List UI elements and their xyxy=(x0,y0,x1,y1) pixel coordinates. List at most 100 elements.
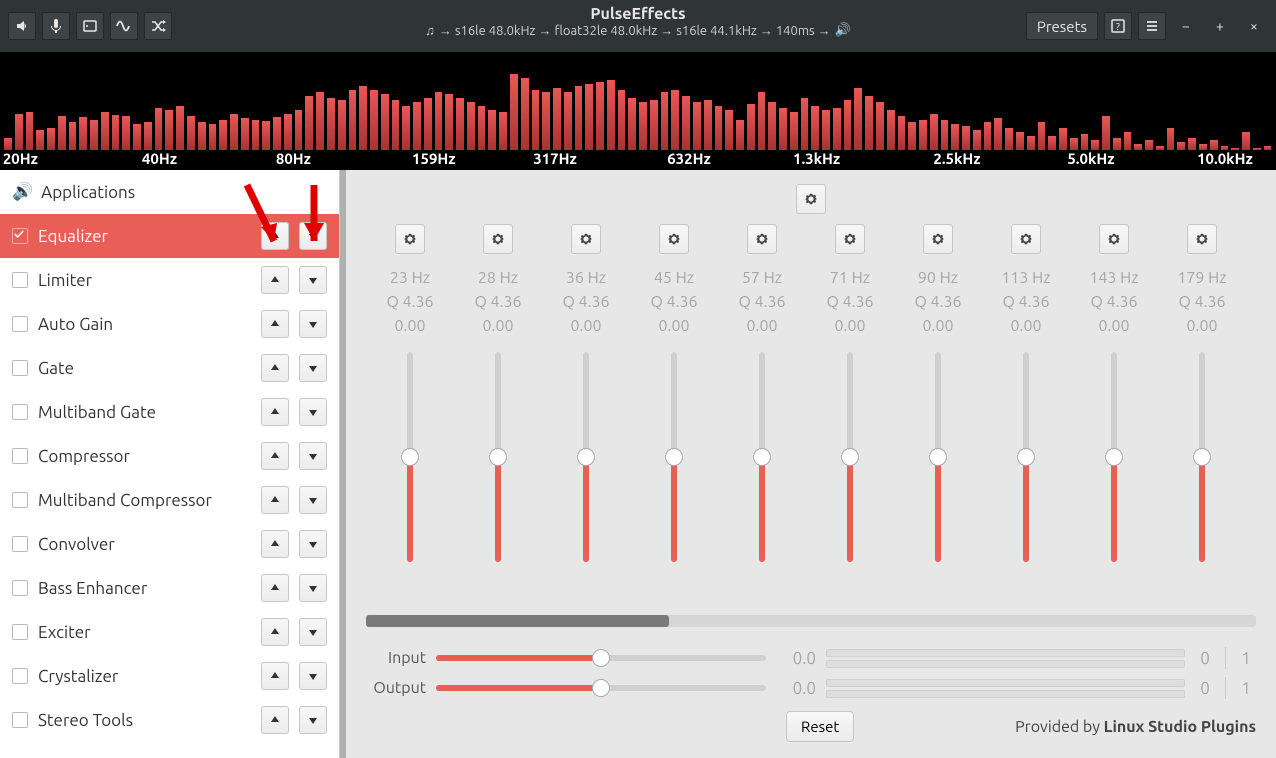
effect-label: Gate xyxy=(38,359,251,378)
bands-scrollbar[interactable] xyxy=(366,615,1256,627)
equalizer-panel: 23 Hz Q 4.36 0.00 28 Hz Q 4.36 0.00 36 H… xyxy=(340,170,1276,758)
band-q: Q 4.36 xyxy=(738,290,785,314)
minimize-button[interactable]: − xyxy=(1172,12,1200,40)
move-down-button[interactable] xyxy=(299,398,327,426)
move-up-button[interactable] xyxy=(261,310,289,338)
output-slider[interactable] xyxy=(436,685,766,691)
sidebar-item-convolver[interactable]: Convolver xyxy=(0,522,339,566)
sidebar-item-gate[interactable]: Gate xyxy=(0,346,339,390)
sidebar-item-compressor[interactable]: Compressor xyxy=(0,434,339,478)
presets-button[interactable]: Presets xyxy=(1026,12,1098,40)
move-up-button[interactable] xyxy=(261,574,289,602)
move-down-button[interactable] xyxy=(299,354,327,382)
applications-header[interactable]: 🔊 Applications xyxy=(0,170,339,214)
band-settings-button[interactable] xyxy=(659,224,689,254)
effect-checkbox[interactable] xyxy=(12,580,28,596)
eq-band-3: 45 Hz Q 4.36 0.00 xyxy=(630,224,718,609)
move-up-button[interactable] xyxy=(261,354,289,382)
effect-checkbox[interactable] xyxy=(12,272,28,288)
sidebar-item-multiband-gate[interactable]: Multiband Gate xyxy=(0,390,339,434)
band-settings-button[interactable] xyxy=(1187,224,1217,254)
output-speaker-icon[interactable] xyxy=(8,12,36,40)
effect-checkbox[interactable] xyxy=(12,228,28,244)
sidebar-item-limiter[interactable]: Limiter xyxy=(0,258,339,302)
input-slider[interactable] xyxy=(436,655,766,661)
server-icon[interactable] xyxy=(76,12,104,40)
effect-checkbox[interactable] xyxy=(12,316,28,332)
eq-band-0: 23 Hz Q 4.36 0.00 xyxy=(366,224,454,609)
move-up-button[interactable] xyxy=(261,266,289,294)
mic-icon[interactable] xyxy=(42,12,70,40)
sidebar-item-multiband-compressor[interactable]: Multiband Compressor xyxy=(0,478,339,522)
band-slider[interactable] xyxy=(671,352,677,562)
band-slider[interactable] xyxy=(1023,352,1029,562)
move-down-button[interactable] xyxy=(299,442,327,470)
hamburger-icon[interactable] xyxy=(1138,12,1166,40)
effect-checkbox[interactable] xyxy=(12,448,28,464)
band-slider[interactable] xyxy=(847,352,853,562)
sidebar-item-stereo-tools[interactable]: Stereo Tools xyxy=(0,698,339,742)
move-down-button[interactable] xyxy=(299,706,327,734)
wave-icon[interactable] xyxy=(110,12,138,40)
band-settings-button[interactable] xyxy=(1099,224,1129,254)
band-freq: 57 Hz xyxy=(738,266,785,290)
band-q: Q 4.36 xyxy=(650,290,697,314)
effect-checkbox[interactable] xyxy=(12,492,28,508)
output-value: 0.0 xyxy=(776,679,816,698)
effect-checkbox[interactable] xyxy=(12,668,28,684)
reset-button[interactable]: Reset xyxy=(786,711,854,742)
band-slider[interactable] xyxy=(407,352,413,562)
move-up-button[interactable] xyxy=(261,442,289,470)
shuffle-icon[interactable] xyxy=(144,12,172,40)
move-down-button[interactable] xyxy=(299,486,327,514)
effect-checkbox[interactable] xyxy=(12,404,28,420)
effect-checkbox[interactable] xyxy=(12,624,28,640)
band-settings-button[interactable] xyxy=(835,224,865,254)
sidebar-item-equalizer[interactable]: Equalizer xyxy=(0,214,339,258)
band-slider[interactable] xyxy=(583,352,589,562)
band-slider[interactable] xyxy=(1111,352,1117,562)
move-down-button[interactable] xyxy=(299,574,327,602)
eq-band-4: 57 Hz Q 4.36 0.00 xyxy=(718,224,806,609)
close-button[interactable]: × xyxy=(1240,12,1268,40)
band-settings-button[interactable] xyxy=(923,224,953,254)
move-down-button[interactable] xyxy=(299,530,327,558)
move-down-button[interactable] xyxy=(299,662,327,690)
sidebar-item-crystalizer[interactable]: Crystalizer xyxy=(0,654,339,698)
band-slider[interactable] xyxy=(1199,352,1205,562)
sidebar-item-exciter[interactable]: Exciter xyxy=(0,610,339,654)
band-settings-button[interactable] xyxy=(747,224,777,254)
band-settings-button[interactable] xyxy=(395,224,425,254)
move-up-button[interactable] xyxy=(261,530,289,558)
band-settings-button[interactable] xyxy=(571,224,601,254)
band-settings-button[interactable] xyxy=(1011,224,1041,254)
band-gain: 0.00 xyxy=(914,314,961,338)
move-down-button[interactable] xyxy=(299,310,327,338)
help-icon[interactable]: ? xyxy=(1104,12,1132,40)
sidebar-item-bass-enhancer[interactable]: Bass Enhancer xyxy=(0,566,339,610)
band-q: Q 4.36 xyxy=(562,290,609,314)
effect-checkbox[interactable] xyxy=(12,360,28,376)
band-settings-button[interactable] xyxy=(483,224,513,254)
effect-checkbox[interactable] xyxy=(12,712,28,728)
input-meters xyxy=(826,649,1185,668)
effect-checkbox[interactable] xyxy=(12,536,28,552)
move-down-button[interactable] xyxy=(299,266,327,294)
speaker-icon: 🔊 xyxy=(12,182,33,202)
band-slider[interactable] xyxy=(759,352,765,562)
sidebar-item-auto-gain[interactable]: Auto Gain xyxy=(0,302,339,346)
move-up-button[interactable] xyxy=(261,662,289,690)
band-q: Q 4.36 xyxy=(914,290,961,314)
move-up-button[interactable] xyxy=(261,486,289,514)
effects-sidebar[interactable]: 🔊 Applications Equalizer Limiter Auto Ga… xyxy=(0,170,340,758)
move-up-button[interactable] xyxy=(261,398,289,426)
move-up-button[interactable] xyxy=(261,706,289,734)
band-slider[interactable] xyxy=(495,352,501,562)
maximize-button[interactable]: + xyxy=(1206,12,1234,40)
move-down-button[interactable] xyxy=(299,618,327,646)
move-up-button[interactable] xyxy=(261,618,289,646)
band-gain: 0.00 xyxy=(1089,314,1138,338)
annotation-arrow xyxy=(239,177,279,251)
eq-settings-button[interactable] xyxy=(796,184,826,214)
band-slider[interactable] xyxy=(935,352,941,562)
